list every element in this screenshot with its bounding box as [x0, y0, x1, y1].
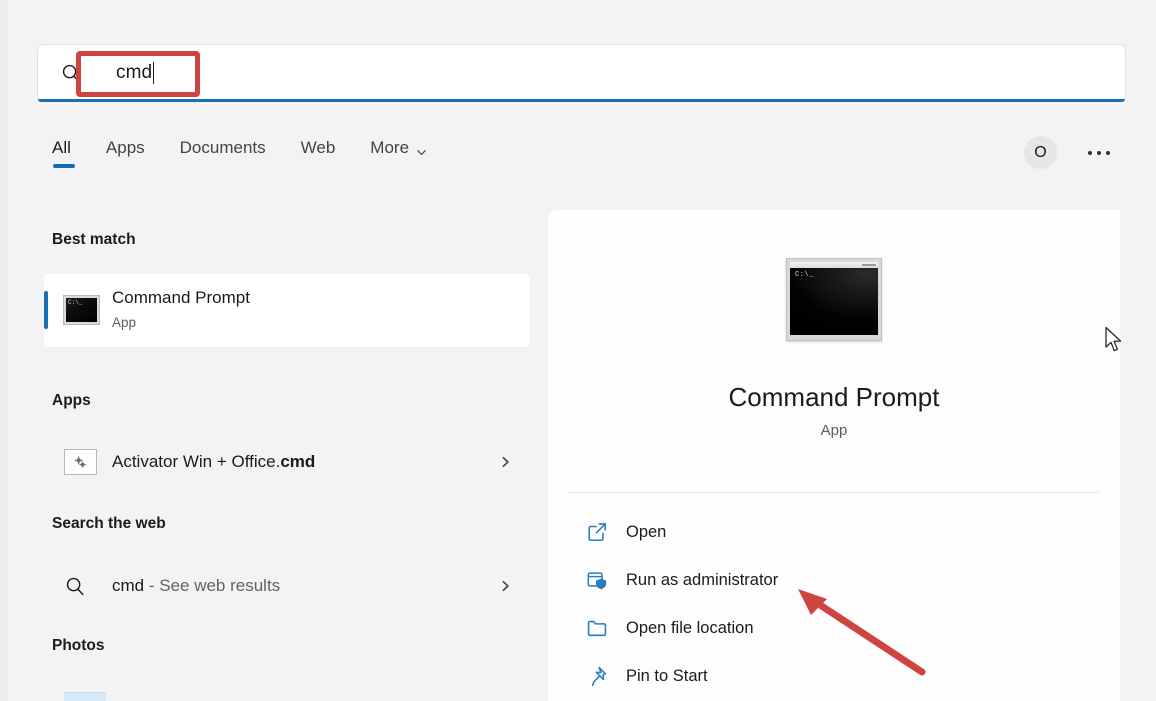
mouse-cursor: [1104, 326, 1124, 354]
selection-accent-bar: [44, 291, 48, 329]
command-prompt-icon: [63, 295, 100, 325]
tab-apps[interactable]: Apps: [106, 138, 145, 168]
section-header-search-the-web: Search the web: [52, 515, 166, 533]
tab-all-label: All: [52, 138, 71, 157]
action-pin-to-start-label: Pin to Start: [626, 667, 708, 686]
action-open-label: Open: [626, 523, 666, 542]
preview-title: Command Prompt: [548, 382, 1120, 413]
preview-panel: Command Prompt App Open Run as: [548, 210, 1120, 701]
list-item-activator[interactable]: Activator Win + Office.cmd: [44, 439, 530, 485]
command-prompt-icon: [786, 258, 882, 341]
chevron-down-icon: [416, 143, 427, 154]
tab-more[interactable]: More: [370, 138, 427, 168]
action-run-as-administrator-label: Run as administrator: [626, 571, 778, 590]
dot: [1106, 151, 1110, 155]
search-input[interactable]: cmd: [116, 57, 154, 89]
windows-search-overlay: cmd All Apps Documents Web More O: [0, 0, 1156, 701]
search-box[interactable]: cmd: [38, 45, 1125, 101]
result-best-match-subtitle: App: [112, 315, 136, 330]
tab-documents-label: Documents: [180, 138, 266, 157]
command-prompt-icon-screen: [790, 268, 878, 335]
search-input-value: cmd: [116, 57, 152, 89]
action-open-file-location-label: Open file location: [626, 619, 754, 638]
text-caret: [153, 62, 154, 84]
action-run-as-administrator[interactable]: Run as administrator: [568, 556, 1100, 604]
dot: [1088, 151, 1092, 155]
result-best-match-title: Command Prompt: [112, 288, 250, 308]
action-open-file-location[interactable]: Open file location: [568, 604, 1100, 652]
chevron-right-icon[interactable]: [499, 580, 512, 593]
tab-apps-label: Apps: [106, 138, 145, 157]
section-header-photos: Photos: [52, 637, 105, 655]
command-prompt-icon-screen: [66, 298, 97, 322]
tab-all[interactable]: All: [52, 138, 71, 168]
search-icon: [64, 575, 86, 597]
avatar-initial: O: [1034, 144, 1046, 162]
more-options-icon[interactable]: [1082, 144, 1116, 162]
photo-thumbnail[interactable]: [64, 692, 106, 701]
filter-tab-bar: All Apps Documents Web More: [52, 138, 462, 178]
section-header-apps: Apps: [52, 392, 91, 410]
tab-more-label: More: [370, 138, 409, 158]
pin-icon: [586, 665, 608, 687]
list-item-activator-label: Activator Win + Office.cmd: [112, 452, 315, 472]
dot: [1097, 151, 1101, 155]
tab-documents[interactable]: Documents: [180, 138, 266, 168]
gears-icon: [64, 449, 97, 475]
section-header-best-match: Best match: [52, 231, 136, 249]
action-open[interactable]: Open: [568, 508, 1100, 556]
results-column: Best match Command Prompt App Apps: [0, 200, 548, 701]
tab-web[interactable]: Web: [301, 138, 336, 168]
preview-divider: [568, 492, 1100, 493]
chevron-right-icon[interactable]: [499, 456, 512, 469]
folder-icon: [586, 617, 608, 639]
search-icon: [60, 62, 82, 84]
preview-subtitle: App: [548, 422, 1120, 439]
list-item-web-search[interactable]: cmd - See web results: [44, 563, 530, 609]
list-item-web-search-label: cmd - See web results: [112, 576, 280, 596]
action-pin-to-start[interactable]: Pin to Start: [568, 652, 1100, 700]
search-box-underline: [38, 99, 1125, 102]
tab-web-label: Web: [301, 138, 336, 157]
avatar[interactable]: O: [1024, 136, 1057, 169]
shield-admin-icon: [586, 569, 608, 591]
open-external-icon: [586, 521, 608, 543]
result-best-match[interactable]: Command Prompt App: [44, 274, 530, 347]
